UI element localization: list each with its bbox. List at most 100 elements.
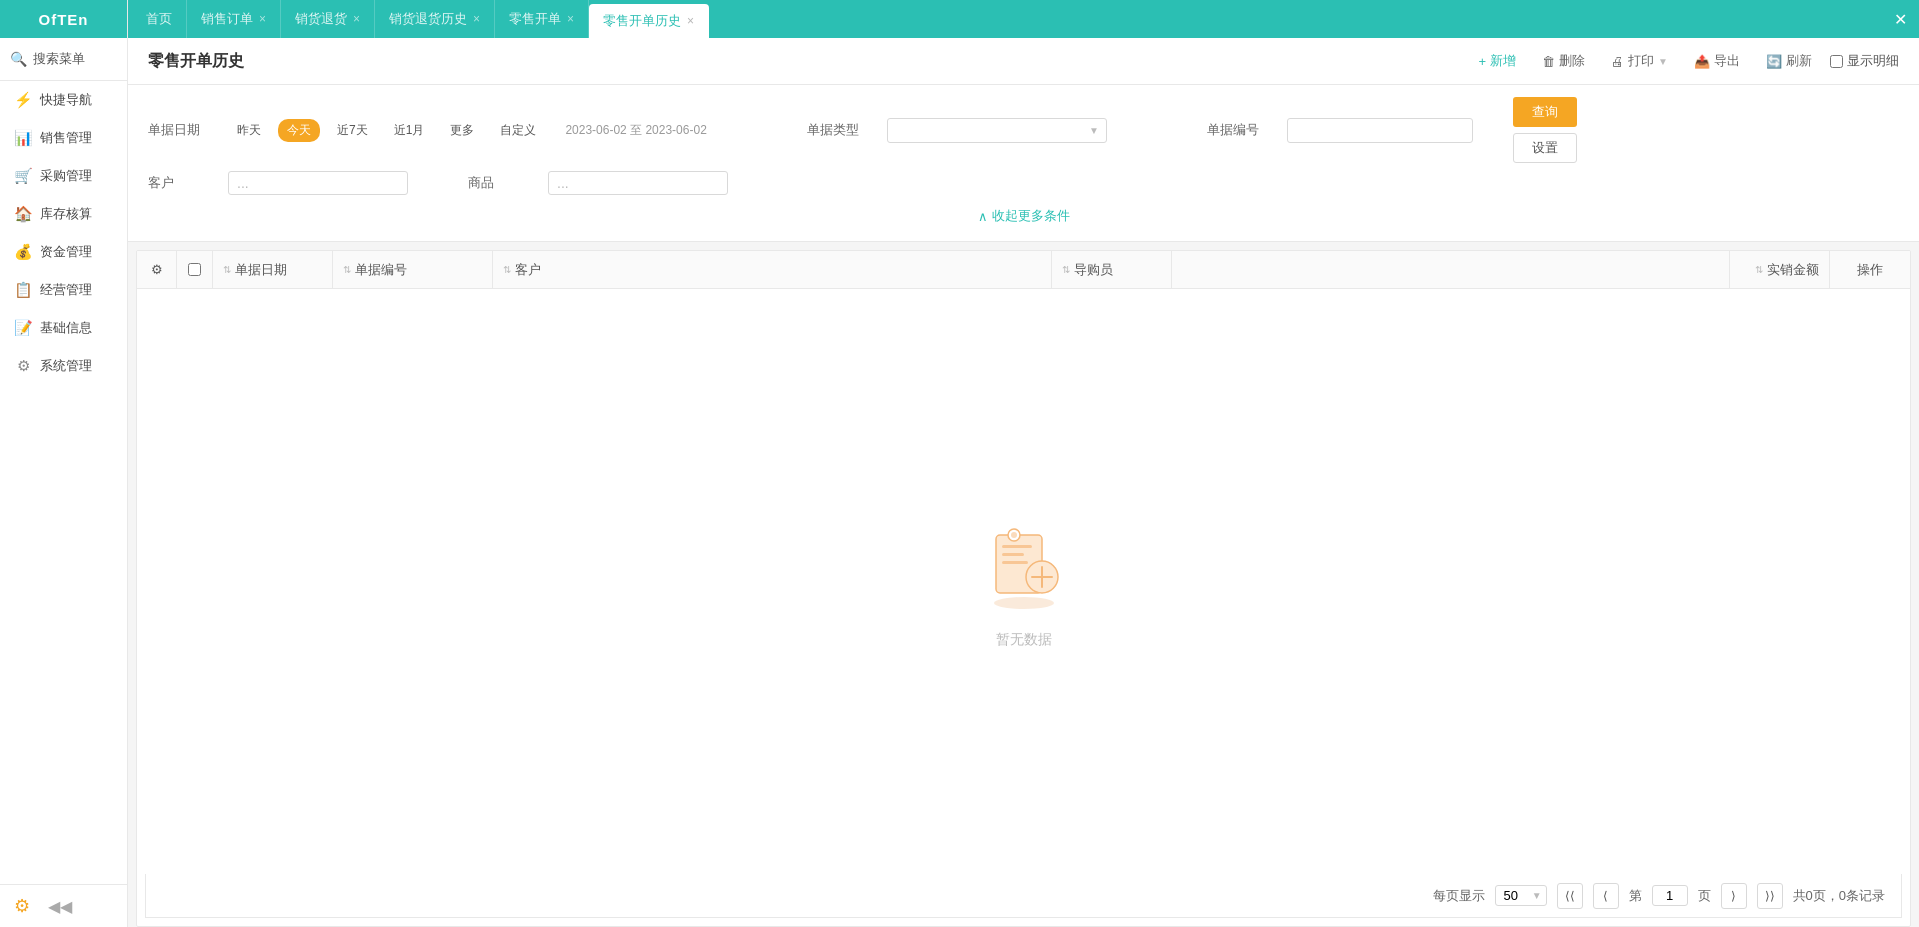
export-button[interactable]: 📤 导出 bbox=[1686, 48, 1748, 74]
inventory-icon: 🏠 bbox=[14, 205, 32, 223]
th-spacer bbox=[1172, 251, 1731, 288]
delete-label: 删除 bbox=[1559, 52, 1585, 70]
sidebar-item-inventory[interactable]: 🏠 库存核算 bbox=[0, 195, 127, 233]
close-all-tabs-icon[interactable]: ✕ bbox=[1886, 6, 1915, 33]
th-settings[interactable]: ⚙ bbox=[137, 251, 177, 288]
finance-icon: 💰 bbox=[14, 243, 32, 261]
search-menu[interactable]: 🔍 搜索菜单 bbox=[0, 38, 127, 81]
quick-nav-icon: ⚡ bbox=[14, 91, 32, 109]
tab-sales-return-close[interactable]: × bbox=[353, 12, 360, 26]
tab-sales-return-history[interactable]: 销货退货历史 × bbox=[375, 0, 495, 38]
tab-retail-open-history[interactable]: 零售开单历史 × bbox=[589, 4, 709, 38]
customer-label: 客户 bbox=[148, 174, 208, 192]
last-page-button[interactable]: ⟩⟩ bbox=[1757, 883, 1783, 909]
add-button[interactable]: + 新增 bbox=[1471, 48, 1525, 74]
date-btn-custom[interactable]: 自定义 bbox=[491, 119, 545, 142]
th-action: 操作 bbox=[1830, 251, 1910, 288]
empty-text: 暂无数据 bbox=[996, 631, 1052, 649]
select-all-checkbox[interactable] bbox=[188, 263, 201, 276]
sort-icon: ⇅ bbox=[223, 264, 231, 275]
prev-page-button[interactable]: ⟨ bbox=[1593, 883, 1619, 909]
th-customer[interactable]: ⇅ 客户 bbox=[493, 251, 1052, 288]
print-icon: 🖨 bbox=[1611, 54, 1624, 69]
doc-type-select-wrapper: ▼ bbox=[887, 118, 1107, 143]
total-info: 共0页，0条记录 bbox=[1793, 887, 1885, 905]
th-amount[interactable]: ⇅ 实销金额 bbox=[1730, 251, 1830, 288]
customer-input[interactable]: ... bbox=[228, 171, 408, 195]
collapse-filter-label: 收起更多条件 bbox=[992, 207, 1070, 225]
th-action-label: 操作 bbox=[1857, 261, 1883, 279]
tab-retail-open-close[interactable]: × bbox=[567, 12, 574, 26]
sidebar-item-sales-mgmt[interactable]: 📊 销售管理 bbox=[0, 119, 127, 157]
date-btn-more[interactable]: 更多 bbox=[441, 119, 483, 142]
sidebar-item-basic-info[interactable]: 📝 基础信息 bbox=[0, 309, 127, 347]
delete-icon: 🗑 bbox=[1542, 54, 1555, 69]
th-customer-label: 客户 bbox=[515, 261, 541, 279]
date-btn-last7[interactable]: 近7天 bbox=[328, 119, 377, 142]
filter-settings-button[interactable]: 设置 bbox=[1513, 133, 1577, 163]
tab-sales-order-close[interactable]: × bbox=[259, 12, 266, 26]
th-no-label: 单据编号 bbox=[355, 261, 407, 279]
toolbar: + 新增 🗑 删除 🖨 打印 ▼ 📤 导出 🔄 bbox=[1471, 48, 1900, 74]
goods-label: 商品 bbox=[468, 174, 528, 192]
date-btn-today[interactable]: 今天 bbox=[278, 119, 320, 142]
empty-area: 暂无数据 bbox=[137, 289, 1910, 874]
delete-button[interactable]: 🗑 删除 bbox=[1534, 48, 1593, 74]
date-range-text: 2023-06-02 至 2023-06-02 bbox=[565, 122, 706, 139]
first-page-button[interactable]: ⟨⟨ bbox=[1557, 883, 1583, 909]
th-guide[interactable]: ⇅ 导购员 bbox=[1052, 251, 1172, 288]
collapse-filter-icon: ∧ bbox=[978, 209, 988, 224]
doc-type-select[interactable] bbox=[887, 118, 1107, 143]
filter-area: 单据日期 昨天 今天 近7天 近1月 更多 自定义 2023-06-02 至 2… bbox=[128, 85, 1919, 242]
collapse-filter-btn[interactable]: ∧ 收起更多条件 bbox=[148, 203, 1899, 229]
query-settings-group: 查询 设置 bbox=[1513, 97, 1577, 163]
page-number-input[interactable] bbox=[1652, 885, 1688, 906]
table-area: ⚙ ⇅ 单据日期 ⇅ 单据编号 ⇅ 客户 ⇅ bbox=[136, 250, 1911, 927]
goods-input[interactable]: ... bbox=[548, 171, 728, 195]
sidebar-collapse-icon[interactable]: ◀◀ bbox=[48, 897, 72, 916]
tab-sales-order[interactable]: 销售订单 × bbox=[187, 0, 281, 38]
sys-icon: ⚙ bbox=[14, 357, 32, 375]
sidebar-item-label: 基础信息 bbox=[40, 319, 92, 337]
sort-icon-customer: ⇅ bbox=[503, 264, 511, 275]
sales-icon: 📊 bbox=[14, 129, 32, 147]
sidebar-bottom: ⚙ ◀◀ bbox=[0, 884, 127, 927]
sidebar-item-label: 快捷导航 bbox=[40, 91, 92, 109]
th-amount-label: 实销金额 bbox=[1767, 261, 1819, 279]
tab-retail-open-history-label: 零售开单历史 bbox=[603, 12, 681, 30]
filter-row-2: 客户 ... 商品 ... bbox=[148, 171, 1899, 195]
th-date[interactable]: ⇅ 单据日期 bbox=[213, 251, 333, 288]
tab-home[interactable]: 首页 bbox=[132, 0, 187, 38]
column-settings-icon[interactable]: ⚙ bbox=[151, 262, 163, 277]
next-page-button[interactable]: ⟩ bbox=[1721, 883, 1747, 909]
sidebar-item-operations[interactable]: 📋 经营管理 bbox=[0, 271, 127, 309]
sidebar-item-label: 系统管理 bbox=[40, 357, 92, 375]
date-btn-last-month[interactable]: 近1月 bbox=[385, 119, 434, 142]
date-btn-yesterday[interactable]: 昨天 bbox=[228, 119, 270, 142]
sidebar-item-finance[interactable]: 💰 资金管理 bbox=[0, 233, 127, 271]
print-dropdown-icon: ▼ bbox=[1658, 56, 1668, 67]
sidebar-item-purchase-mgmt[interactable]: 🛒 采购管理 bbox=[0, 157, 127, 195]
th-checkbox[interactable] bbox=[177, 251, 213, 288]
settings-gear-icon[interactable]: ⚙ bbox=[14, 895, 30, 917]
svg-rect-4 bbox=[1002, 561, 1028, 564]
add-icon: + bbox=[1479, 54, 1487, 69]
doc-no-input[interactable] bbox=[1287, 118, 1473, 143]
refresh-button[interactable]: 🔄 刷新 bbox=[1758, 48, 1820, 74]
th-no[interactable]: ⇅ 单据编号 bbox=[333, 251, 493, 288]
svg-point-0 bbox=[994, 597, 1054, 609]
tab-sales-return[interactable]: 销货退货 × bbox=[281, 0, 375, 38]
sidebar-item-label: 资金管理 bbox=[40, 243, 92, 261]
print-button[interactable]: 🖨 打印 ▼ bbox=[1603, 48, 1676, 74]
tab-retail-open-history-close[interactable]: × bbox=[687, 14, 694, 28]
tab-retail-open[interactable]: 零售开单 × bbox=[495, 0, 589, 38]
per-page-select[interactable]: 10 20 50 100 bbox=[1495, 885, 1547, 906]
query-button[interactable]: 查询 bbox=[1513, 97, 1577, 127]
doc-type-label: 单据类型 bbox=[807, 121, 867, 139]
page-suffix: 页 bbox=[1698, 887, 1711, 905]
sidebar-item-quick-nav[interactable]: ⚡ 快捷导航 bbox=[0, 81, 127, 119]
display-detail-toggle[interactable]: 显示明细 bbox=[1830, 52, 1899, 70]
tab-sales-return-history-close[interactable]: × bbox=[473, 12, 480, 26]
sidebar-item-sys-mgmt[interactable]: ⚙ 系统管理 bbox=[0, 347, 127, 385]
display-detail-checkbox[interactable] bbox=[1830, 55, 1843, 68]
